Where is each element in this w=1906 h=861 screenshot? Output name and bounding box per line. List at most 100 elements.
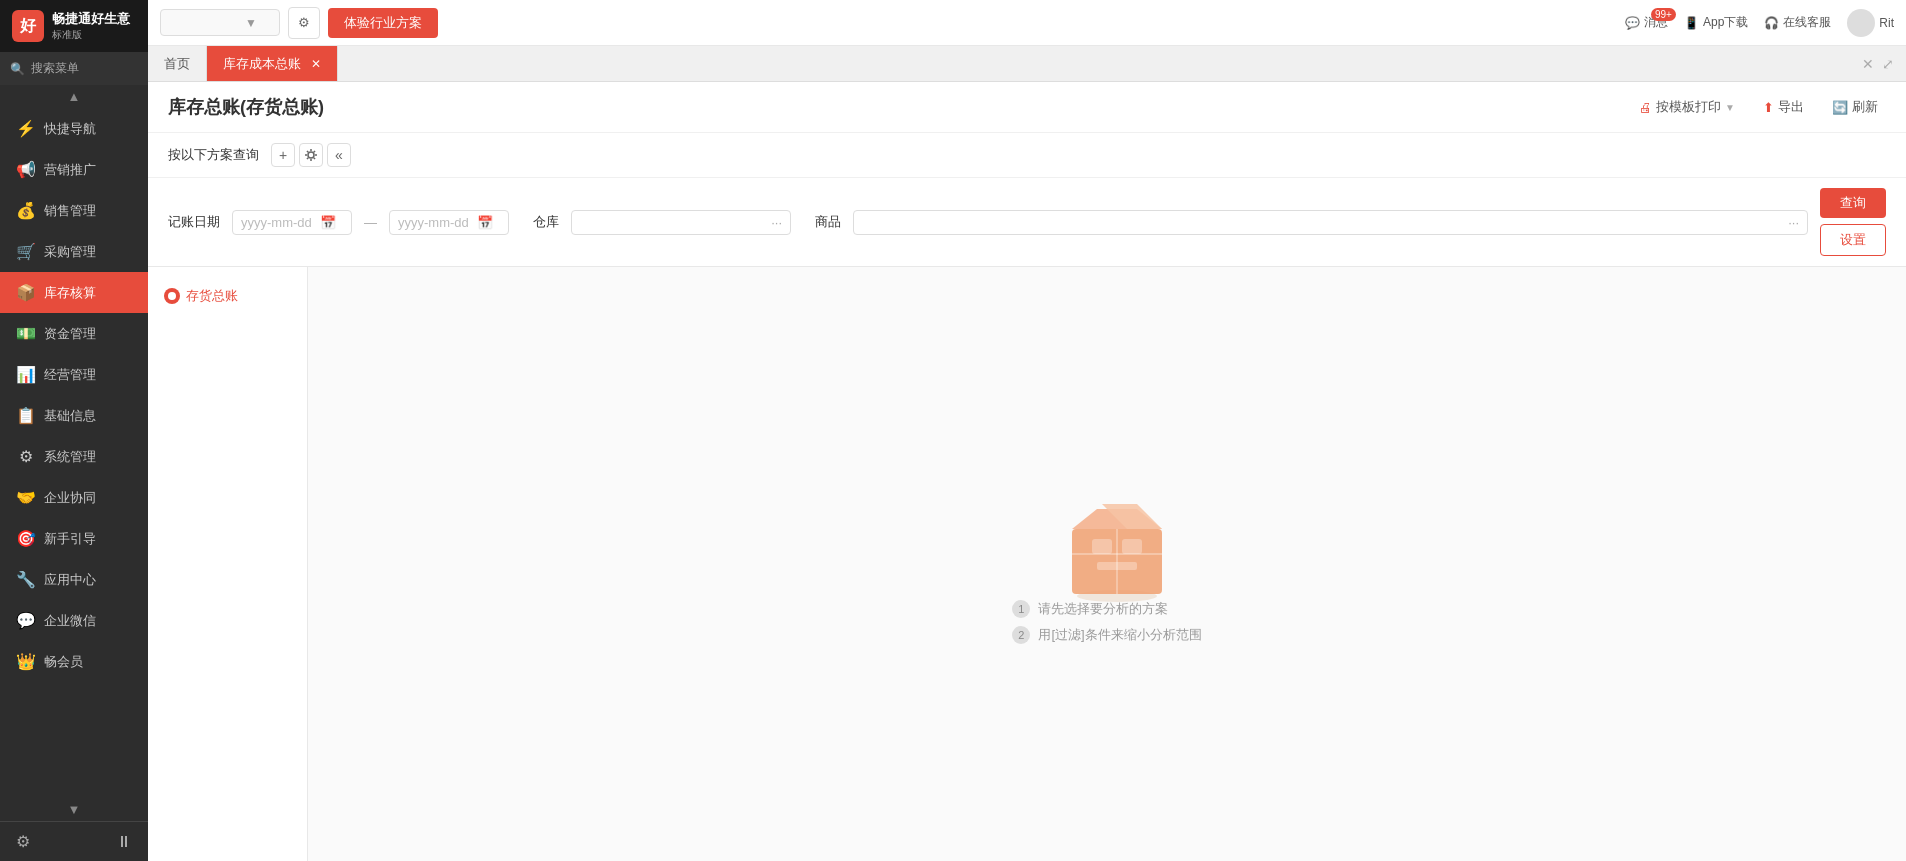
product-select[interactable]: ··· <box>853 210 1808 235</box>
sidebar-item-label: 采购管理 <box>44 243 96 261</box>
sidebar-item-marketing[interactable]: 📢 营销推广 <box>0 149 148 190</box>
message-icon: 💬 <box>1625 16 1640 30</box>
svg-rect-7 <box>1122 539 1142 554</box>
date-end-placeholder: yyyy-mm-dd <box>398 215 469 230</box>
tab-close-panel-btn[interactable]: ✕ <box>1862 56 1874 72</box>
sidebar-item-operations[interactable]: 📊 经营管理 <box>0 354 148 395</box>
svg-rect-6 <box>1092 539 1112 554</box>
product-label: 商品 <box>815 213 841 231</box>
sidebar-item-label: 畅会员 <box>44 653 83 671</box>
filter-label: 按以下方案查询 <box>168 146 259 164</box>
sidebar-item-label: 应用中心 <box>44 571 96 589</box>
sidebar-item-member[interactable]: 👑 畅会员 <box>0 641 148 682</box>
main-data-area: 1 请先选择要分析的方案 2 用[过滤]条件来缩小分析范围 <box>308 267 1906 861</box>
query-btn[interactable]: 查询 <box>1820 188 1886 218</box>
edition-label: 标准版 <box>52 28 130 41</box>
tab-close-btn[interactable]: ✕ <box>311 57 321 71</box>
sidebar-footer: ⚙ ⏸ <box>0 821 148 861</box>
finance-icon: 💵 <box>16 324 36 343</box>
tabs-bar: 首页 库存成本总账 ✕ ✕ ⤢ <box>148 46 1906 82</box>
dropdown-icon: ▼ <box>245 16 257 30</box>
refresh-btn[interactable]: 🔄 刷新 <box>1824 94 1886 120</box>
sidebar-item-app-center[interactable]: 🔧 应用中心 <box>0 559 148 600</box>
user-profile[interactable]: Rit <box>1847 9 1894 37</box>
product-more-icon: ··· <box>1788 215 1799 230</box>
refresh-icon: 🔄 <box>1832 100 1848 115</box>
query-actions: 查询 设置 <box>1820 188 1886 256</box>
messages-btn[interactable]: 💬 消息 99+ <box>1625 14 1668 31</box>
empty-text-list: 1 请先选择要分析的方案 2 用[过滤]条件来缩小分析范围 <box>1012 600 1201 644</box>
sidebar-item-label: 企业协同 <box>44 489 96 507</box>
marketing-icon: 📢 <box>16 160 36 179</box>
step-2-num: 2 <box>1012 626 1030 644</box>
print-template-btn[interactable]: 🖨 按模板打印 ▼ <box>1631 94 1743 120</box>
settings-icon[interactable]: ⚙ <box>16 832 30 851</box>
dropdown-chevron-icon: ▼ <box>1725 102 1735 113</box>
user-name: Rit <box>1879 16 1894 30</box>
company-selector[interactable]: ▼ <box>160 9 280 36</box>
basic-info-icon: 📋 <box>16 406 36 425</box>
tab-home[interactable]: 首页 <box>148 46 207 81</box>
step-1-num: 1 <box>1012 600 1030 618</box>
print-template-label: 按模板打印 <box>1656 98 1721 116</box>
calendar-icon: 📅 <box>320 215 336 230</box>
industry-btn[interactable]: 体验行业方案 <box>328 8 438 38</box>
settings-btn[interactable]: 设置 <box>1820 224 1886 256</box>
filter-add-btn[interactable]: + <box>271 143 295 167</box>
warehouse-select[interactable]: ··· <box>571 210 791 235</box>
tab-home-label: 首页 <box>164 55 190 73</box>
sidebar-item-inventory[interactable]: 📦 库存核算 <box>0 272 148 313</box>
company-name <box>169 14 241 31</box>
header-right: 💬 消息 99+ 📱 App下载 🎧 在线客服 Rit <box>1625 9 1894 37</box>
sidebar-item-enterprise-wx[interactable]: 💬 企业微信 <box>0 600 148 641</box>
page-actions: 🖨 按模板打印 ▼ ⬆ 导出 🔄 刷新 <box>1631 94 1886 120</box>
export-btn[interactable]: ⬆ 导出 <box>1755 94 1812 120</box>
search-icon: 🔍 <box>10 62 25 76</box>
scheme-panel: 存货总账 <box>148 267 308 861</box>
filter-settings-btn[interactable] <box>299 143 323 167</box>
inventory-icon: 📦 <box>16 283 36 302</box>
system-icon: ⚙ <box>16 447 36 466</box>
search-menu[interactable]: 🔍 搜索菜单 <box>0 52 148 85</box>
sidebar-item-new-guide[interactable]: 🎯 新手引导 <box>0 518 148 559</box>
filter-inputs-row: 记账日期 yyyy-mm-dd 📅 — yyyy-mm-dd 📅 仓库 ··· … <box>148 178 1906 266</box>
page-title: 库存总账(存货总账) <box>168 95 324 119</box>
sidebar-item-finance[interactable]: 💵 资金管理 <box>0 313 148 354</box>
tab-inventory-ledger[interactable]: 库存成本总账 ✕ <box>207 46 338 81</box>
collapse-icon[interactable]: ⏸ <box>116 833 132 851</box>
sidebar-item-label: 经营管理 <box>44 366 96 384</box>
sidebar-item-purchase[interactable]: 🛒 采购管理 <box>0 231 148 272</box>
empty-tip-2-text: 用[过滤]条件来缩小分析范围 <box>1038 626 1201 644</box>
scheme-dot-icon <box>164 288 180 304</box>
new-guide-icon: 🎯 <box>16 529 36 548</box>
app-download-btn[interactable]: 📱 App下载 <box>1684 14 1748 31</box>
search-label: 搜索菜单 <box>31 60 79 77</box>
date-end-input[interactable]: yyyy-mm-dd 📅 <box>389 210 509 235</box>
tab-resize-btn[interactable]: ⤢ <box>1882 56 1894 72</box>
filter-collapse-btn[interactable]: « <box>327 143 351 167</box>
logo-icon: 好 <box>12 10 44 42</box>
sidebar-item-label: 快捷导航 <box>44 120 96 138</box>
app-center-icon: 🔧 <box>16 570 36 589</box>
sidebar-item-sales[interactable]: 💰 销售管理 <box>0 190 148 231</box>
sidebar-item-system[interactable]: ⚙ 系统管理 <box>0 436 148 477</box>
scroll-down-btn[interactable]: ▼ <box>0 798 148 821</box>
svg-point-0 <box>308 152 314 158</box>
warehouse-more-icon: ··· <box>771 215 782 230</box>
sidebar-item-cooperation[interactable]: 🤝 企业协同 <box>0 477 148 518</box>
sidebar-item-quick-nav[interactable]: ⚡ 快捷导航 <box>0 108 148 149</box>
sidebar-item-label: 销售管理 <box>44 202 96 220</box>
header-settings-btn[interactable]: ⚙ <box>288 7 320 39</box>
scheme-item-inventory[interactable]: 存货总账 <box>158 279 297 313</box>
date-start-input[interactable]: yyyy-mm-dd 📅 <box>232 210 352 235</box>
sidebar-item-label: 企业微信 <box>44 612 96 630</box>
filter-add-btns: + « <box>271 143 351 167</box>
sales-icon: 💰 <box>16 201 36 220</box>
member-icon: 👑 <box>16 652 36 671</box>
page-header: 库存总账(存货总账) 🖨 按模板打印 ▼ ⬆ 导出 🔄 刷新 <box>148 82 1906 133</box>
scroll-up-btn[interactable]: ▲ <box>0 85 148 108</box>
online-service-btn[interactable]: 🎧 在线客服 <box>1764 14 1831 31</box>
date-start-placeholder: yyyy-mm-dd <box>241 215 312 230</box>
brand-name: 畅捷通好生意 <box>52 11 130 28</box>
sidebar-item-basic-info[interactable]: 📋 基础信息 <box>0 395 148 436</box>
